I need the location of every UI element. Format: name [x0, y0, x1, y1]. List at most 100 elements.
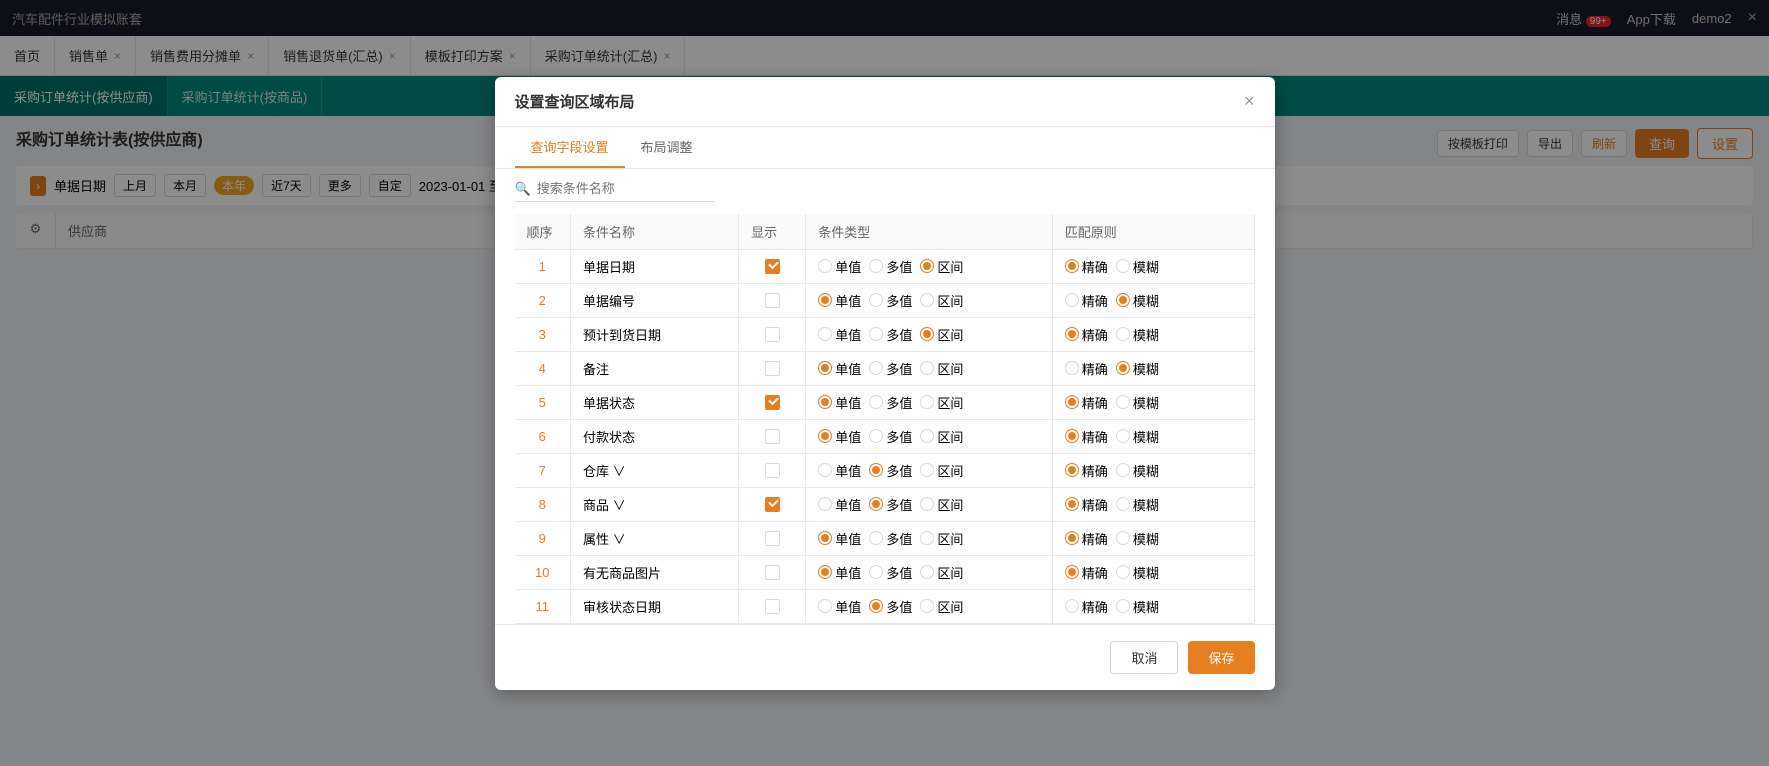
type-radio-item[interactable]: 多值 [869, 461, 912, 480]
row-match-cell: 精确模糊 [1052, 249, 1254, 283]
row-order: 7 [515, 453, 571, 487]
display-checkbox[interactable] [765, 599, 780, 614]
type-radio-item[interactable]: 多值 [869, 291, 912, 310]
display-checkbox[interactable] [765, 361, 780, 376]
cancel-button[interactable]: 取消 [1110, 641, 1178, 674]
match-radio-item[interactable]: 精确 [1065, 427, 1108, 446]
type-radio-item[interactable]: 区间 [920, 529, 963, 548]
radio-label: 多值 [886, 325, 912, 344]
type-radio-item[interactable]: 单值 [818, 529, 861, 548]
type-radio-item[interactable]: 区间 [920, 461, 963, 480]
match-radio-item[interactable]: 模糊 [1116, 495, 1159, 514]
row-order: 4 [515, 351, 571, 385]
row-type-cell: 单值多值 区间 [806, 453, 1053, 487]
row-type-cell: 单值多值区间 [806, 351, 1053, 385]
match-radio-item[interactable]: 模糊 [1116, 461, 1159, 480]
row-type-cell: 单值多值区间 [806, 487, 1053, 521]
type-radio-item[interactable]: 区间 [920, 427, 963, 446]
match-radio-item[interactable]: 精确 [1065, 495, 1108, 514]
display-checkbox[interactable] [765, 259, 780, 274]
match-radio-item[interactable]: 精确 [1065, 563, 1108, 582]
display-checkbox[interactable] [765, 531, 780, 546]
row-cond-name: 有无商品图片 [571, 555, 739, 589]
type-radio-item[interactable]: 区间 [920, 325, 963, 344]
match-radio-item[interactable]: 精确 [1065, 597, 1108, 616]
type-radio-item[interactable]: 多值 [869, 325, 912, 344]
radio-dot [920, 463, 934, 477]
match-radio-item[interactable]: 精确 [1065, 461, 1108, 480]
type-radio-item[interactable]: 多值 [869, 597, 912, 616]
type-radio-item[interactable]: 区间 [920, 495, 963, 514]
match-radio-item[interactable]: 模糊 [1116, 325, 1159, 344]
query-table: 顺序 条件名称 显示 条件类型 匹配原则 1单据日期单值多值区间精确模糊2单据编… [515, 214, 1255, 624]
display-checkbox[interactable] [765, 565, 780, 580]
radio-dot [818, 361, 832, 375]
match-radio-item[interactable]: 精确 [1065, 257, 1108, 276]
type-radio-item[interactable]: 区间 [920, 393, 963, 412]
type-radio-item[interactable]: 区间 [920, 563, 963, 582]
match-radio-item[interactable]: 精确 [1065, 291, 1108, 310]
type-radio-item[interactable]: 单值 [818, 325, 861, 344]
match-radio-item[interactable]: 模糊 [1116, 359, 1159, 378]
radio-dot [818, 531, 832, 545]
type-radio-item[interactable]: 单值 [818, 359, 861, 378]
tab-layout-adjust[interactable]: 布局调整 [625, 127, 709, 168]
radio-label: 模糊 [1133, 427, 1159, 446]
row-type-cell: 单值多值区间 [806, 385, 1053, 419]
type-radio-item[interactable]: 单值 [818, 461, 861, 480]
type-radio-item[interactable]: 单值 [818, 291, 861, 310]
match-radio-item[interactable]: 精确 [1065, 529, 1108, 548]
type-radio-item[interactable]: 多值 [869, 427, 912, 446]
match-radio-item[interactable]: 精确 [1065, 325, 1108, 344]
type-radio-item[interactable]: 多值 [869, 529, 912, 548]
type-radio-item[interactable]: 多值 [869, 393, 912, 412]
display-checkbox[interactable] [765, 293, 780, 308]
match-radio-item[interactable]: 精确 [1065, 393, 1108, 412]
match-radio-item[interactable]: 模糊 [1116, 529, 1159, 548]
type-radio-item[interactable]: 区间 [920, 257, 963, 276]
type-radio-item[interactable]: 多值 [869, 563, 912, 582]
match-radio-item[interactable]: 模糊 [1116, 257, 1159, 276]
match-radio-item[interactable]: 模糊 [1116, 393, 1159, 412]
radio-dot [869, 327, 883, 341]
type-radio-item[interactable]: 区间 [920, 597, 963, 616]
radio-label: 模糊 [1133, 325, 1159, 344]
row-order: 8 [515, 487, 571, 521]
search-box: 🔍 [515, 181, 715, 202]
type-radio-item[interactable]: 单值 [818, 563, 861, 582]
type-radio-item[interactable]: 多值 [869, 495, 912, 514]
match-radio-item[interactable]: 模糊 [1116, 563, 1159, 582]
display-checkbox[interactable] [765, 327, 780, 342]
type-radio-item[interactable]: 单值 [818, 597, 861, 616]
radio-dot [818, 497, 832, 511]
type-radio-item[interactable]: 单值 [818, 257, 861, 276]
match-radio-item[interactable]: 精确 [1065, 359, 1108, 378]
radio-dot [869, 259, 883, 273]
search-input[interactable] [537, 181, 697, 196]
type-radio-item[interactable]: 多值 [869, 257, 912, 276]
tab-query-field-settings[interactable]: 查询字段设置 [515, 127, 625, 168]
type-radio-item[interactable]: 单值 [818, 495, 861, 514]
display-checkbox[interactable] [765, 395, 780, 410]
dialog-close-button[interactable]: × [1244, 92, 1255, 110]
match-radio-item[interactable]: 模糊 [1116, 291, 1159, 310]
row-cond-name: 审核状态日期 [571, 589, 739, 623]
display-checkbox[interactable] [765, 463, 780, 478]
display-checkbox[interactable] [765, 497, 780, 512]
radio-dot [920, 429, 934, 443]
type-radio-item[interactable]: 单值 [818, 427, 861, 446]
table-row: 4备注单值多值区间精确模糊 [515, 351, 1255, 385]
type-radio-item[interactable]: 区间 [920, 359, 963, 378]
row-cond-name: 单据日期 [571, 249, 739, 283]
table-row: 10有无商品图片单值多值区间精确模糊 [515, 555, 1255, 589]
type-radio-item[interactable]: 多值 [869, 359, 912, 378]
radio-label: 单值 [835, 529, 861, 548]
match-radio-item[interactable]: 模糊 [1116, 427, 1159, 446]
radio-dot [1116, 565, 1130, 579]
type-radio-item[interactable]: 单值 [818, 393, 861, 412]
radio-label: 区间 [937, 461, 963, 480]
type-radio-item[interactable]: 区间 [920, 291, 963, 310]
match-radio-item[interactable]: 模糊 [1116, 597, 1159, 616]
save-button[interactable]: 保存 [1188, 641, 1254, 674]
display-checkbox[interactable] [765, 429, 780, 444]
